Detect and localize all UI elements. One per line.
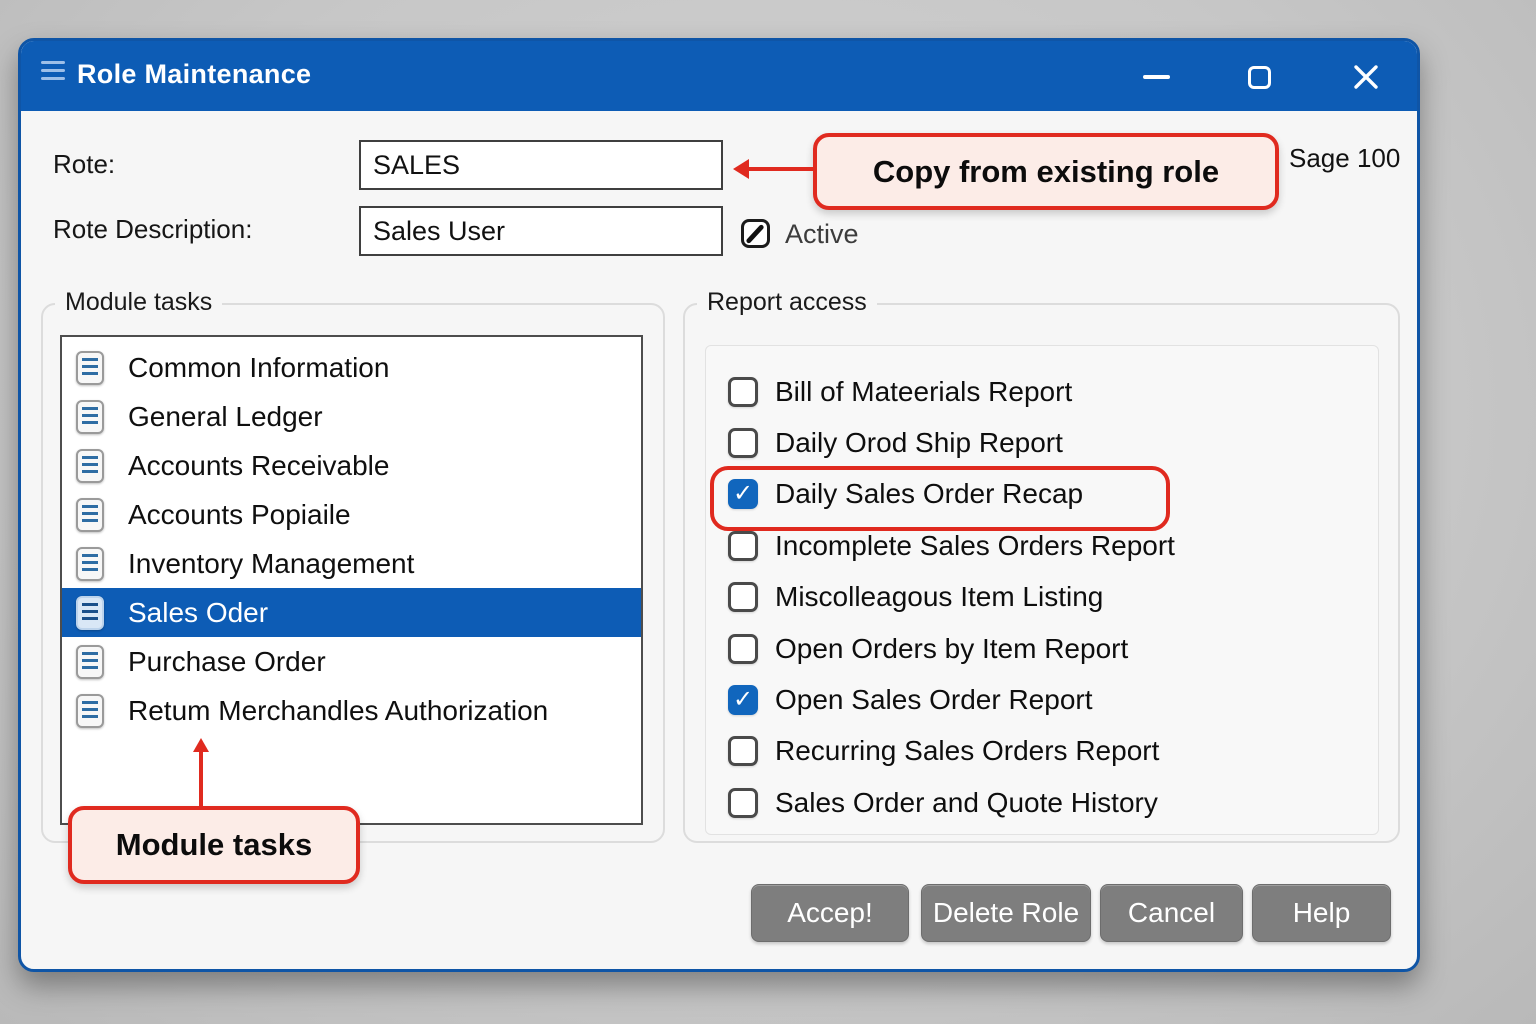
module-task-label: Sales Oder bbox=[128, 596, 269, 628]
cancel-button[interactable]: Cancel bbox=[1100, 884, 1243, 942]
action-button-bar: Accep! Delete Role Cancel Help bbox=[21, 884, 1417, 942]
report-access-label: Open Orders by Item Report bbox=[775, 632, 1129, 664]
checkbox-unchecked[interactable] bbox=[728, 582, 758, 613]
report-access-row: Miscolleagous Item Listing bbox=[728, 572, 1378, 623]
report-access-label: Miscolleagous Item Listing bbox=[775, 581, 1104, 613]
report-access-row-highlighted: ✓ Daily Sales Order Recap bbox=[710, 465, 1378, 532]
report-access-list: Bill of Mateerials Report Daily Orod Ship… bbox=[705, 345, 1379, 835]
minimize-icon bbox=[1142, 75, 1170, 79]
role-input[interactable] bbox=[359, 140, 723, 190]
checkbox-unchecked[interactable] bbox=[728, 736, 758, 767]
minimize-button[interactable] bbox=[1134, 55, 1178, 99]
brand-text: Sage 100 bbox=[1289, 143, 1401, 173]
report-access-row: Open Orders by Item Report bbox=[728, 623, 1378, 674]
checkbox-checked[interactable]: ✓ bbox=[728, 685, 758, 716]
module-annotation-callout: Module tasks bbox=[68, 806, 360, 884]
check-mark-icon bbox=[746, 224, 764, 243]
delete-role-button[interactable]: Delete Role bbox=[921, 884, 1091, 942]
document-icon bbox=[76, 546, 104, 581]
module-task-item[interactable]: Inventory Management bbox=[62, 539, 641, 588]
module-task-item-selected[interactable]: Sales Oder bbox=[62, 588, 641, 637]
document-icon bbox=[76, 595, 104, 630]
checkbox-unchecked[interactable] bbox=[728, 376, 758, 407]
checkbox-checked[interactable]: ✓ bbox=[728, 479, 758, 510]
report-access-row: Sales Order and Quote History bbox=[728, 777, 1378, 828]
module-tasks-group-label: Module tasks bbox=[55, 288, 223, 317]
checkbox-unchecked[interactable] bbox=[728, 530, 758, 561]
role-description-label: Rote Description: bbox=[53, 214, 253, 244]
role-maintenance-dialog: Role Maintenance Rote: Rote Description:… bbox=[18, 38, 1420, 972]
window-title: Role Maintenance bbox=[77, 59, 312, 89]
maximize-button[interactable] bbox=[1237, 55, 1281, 99]
document-icon bbox=[76, 448, 104, 483]
copy-annotation-callout: Copy from existing role bbox=[813, 133, 1279, 210]
module-tasks-group: Module tasks Common Information General L… bbox=[41, 288, 665, 843]
active-checkbox-label: Active bbox=[785, 219, 859, 249]
module-task-item[interactable]: Retum Merchandles Authorization bbox=[62, 686, 641, 735]
module-task-label: Accounts Receivable bbox=[128, 449, 390, 481]
annotation-arrow-up-icon bbox=[193, 738, 209, 810]
module-task-label: Retum Merchandles Authorization bbox=[128, 694, 549, 726]
checkbox-unchecked[interactable] bbox=[728, 787, 758, 818]
module-task-label: Common Information bbox=[128, 351, 390, 383]
report-access-row: Daily Orod Ship Report bbox=[728, 417, 1378, 468]
module-task-item[interactable]: General Ledger bbox=[62, 392, 641, 441]
menu-icon bbox=[41, 61, 65, 80]
title-bar[interactable]: Role Maintenance bbox=[21, 41, 1417, 111]
module-task-label: Purchase Order bbox=[128, 645, 326, 677]
module-task-item[interactable]: Purchase Order bbox=[62, 637, 641, 686]
maximize-icon bbox=[1247, 65, 1271, 89]
module-task-label: Inventory Management bbox=[128, 547, 415, 579]
active-checkbox[interactable] bbox=[741, 219, 770, 248]
document-icon bbox=[76, 350, 104, 385]
close-icon bbox=[1354, 65, 1378, 89]
module-task-label: Accounts Popiaile bbox=[128, 498, 351, 530]
help-button[interactable]: Help bbox=[1252, 884, 1391, 942]
report-access-row: Incomplete Sales Orders Report bbox=[728, 520, 1378, 571]
report-access-label: Incomplete Sales Orders Report bbox=[775, 529, 1175, 561]
annotation-arrow-left-icon bbox=[733, 158, 815, 180]
document-icon bbox=[76, 497, 104, 532]
report-access-label: Sales Order and Quote History bbox=[775, 786, 1158, 818]
module-task-item[interactable]: Common Information bbox=[62, 343, 641, 392]
report-access-group: Report access Bill of Mateerials Report D… bbox=[683, 288, 1400, 843]
checkbox-unchecked[interactable] bbox=[728, 633, 758, 664]
module-task-item[interactable]: Accounts Receivable bbox=[62, 441, 641, 490]
close-button[interactable] bbox=[1344, 55, 1388, 99]
report-access-label: Daily Sales Order Recap bbox=[775, 478, 1084, 510]
report-access-label: Bill of Mateerials Report bbox=[775, 375, 1073, 407]
module-task-label: General Ledger bbox=[128, 400, 323, 432]
role-label: Rote: bbox=[53, 149, 116, 179]
document-icon bbox=[76, 399, 104, 434]
check-icon: ✓ bbox=[732, 686, 754, 714]
module-tasks-list[interactable]: Common Information General Ledger Accounts… bbox=[60, 335, 643, 825]
check-icon: ✓ bbox=[732, 480, 754, 508]
accept-button[interactable]: Accep! bbox=[751, 884, 909, 942]
report-access-label: Recurring Sales Orders Report bbox=[775, 735, 1160, 767]
report-access-row: ✓ Open Sales Order Report bbox=[728, 674, 1378, 725]
report-access-label: Open Sales Order Report bbox=[775, 684, 1093, 716]
report-access-row: Recurring Sales Orders Report bbox=[728, 726, 1378, 777]
document-icon bbox=[76, 644, 104, 679]
module-task-item[interactable]: Accounts Popiaile bbox=[62, 490, 641, 539]
checkbox-unchecked[interactable] bbox=[728, 428, 758, 459]
report-access-row: Bill of Mateerials Report bbox=[728, 366, 1378, 417]
report-access-group-label: Report access bbox=[697, 288, 877, 317]
role-description-input[interactable] bbox=[359, 206, 723, 256]
desktop-background: Role Maintenance Rote: Rote Description:… bbox=[0, 0, 1536, 1024]
report-access-label: Daily Orod Ship Report bbox=[775, 427, 1063, 459]
document-icon bbox=[76, 693, 104, 728]
